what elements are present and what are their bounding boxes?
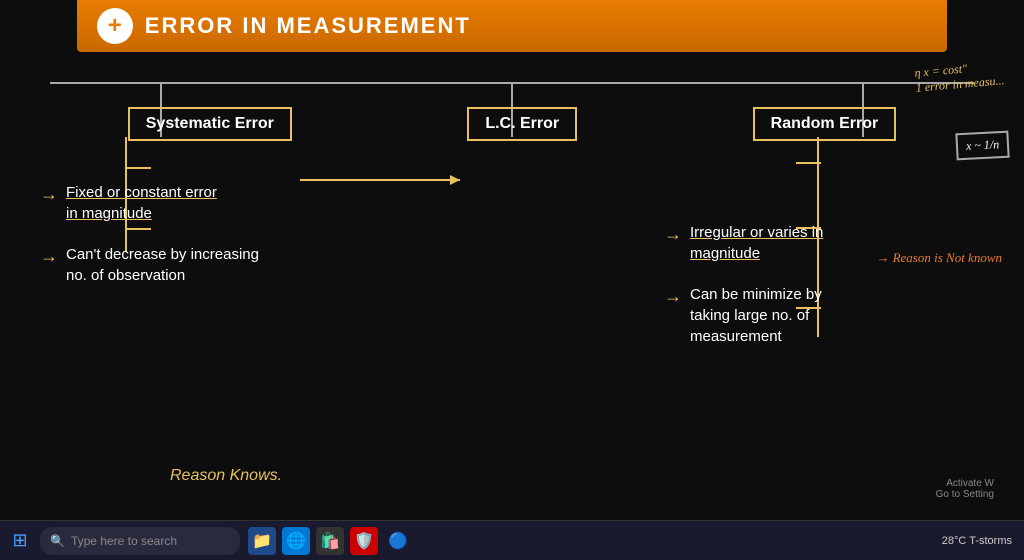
systematic-sub-items: → Fixed or constant error in magnitude →…	[40, 182, 420, 306]
header-icon: +	[97, 8, 133, 44]
taskbar-search-box[interactable]: 🔍 Type here to search	[40, 527, 240, 555]
random-item-1: → Irregular or varies in magnitude	[664, 222, 1004, 264]
arrow-icon-2: →	[40, 246, 58, 267]
systematic-item-2: → Can't decrease by increasing no. of ob…	[40, 244, 420, 286]
taskbar-edge-icon[interactable]: 🌐	[282, 527, 310, 555]
taskbar: ⊞ 🔍 Type here to search 📁 🌐 🛍️ 🛡️ 🔵 28°C…	[0, 520, 1024, 560]
error-boxes-row: Systematic Error L.C. Error Random Error	[40, 107, 984, 141]
weather-text: 28°C T-storms	[942, 535, 1012, 547]
search-placeholder: Type here to search	[71, 534, 177, 548]
header-bar: + ERROR IN MEASUREMENT	[77, 0, 947, 52]
right-bracket-horiz-1	[796, 162, 821, 164]
header-title: ERROR IN MEASUREMENT	[145, 13, 471, 39]
plus-icon: +	[108, 12, 122, 40]
systematic-item-1: → Fixed or constant error in magnitude	[40, 182, 420, 224]
arrow-icon-4: →	[664, 286, 682, 307]
systematic-text-2: Can't decrease by increasing no. of obse…	[66, 244, 259, 286]
taskbar-explorer-icon[interactable]: 📁	[248, 527, 276, 555]
formula-box: x ~ 1/n	[955, 131, 1009, 161]
taskbar-chrome-icon[interactable]: 🔵	[384, 527, 412, 555]
start-button[interactable]: ⊞	[4, 525, 36, 557]
taskbar-shield-icon[interactable]: 🛡️	[350, 527, 378, 555]
systematic-error-box: Systematic Error	[128, 107, 292, 141]
reason-knows-text: Reason Knows.	[170, 467, 282, 485]
systematic-text-1: Fixed or constant error in magnitude	[66, 182, 217, 224]
content-area: Systematic Error L.C. Error Random Error…	[0, 52, 1024, 560]
activate-windows: Activate W Go to Setting	[936, 478, 994, 500]
search-icon: 🔍	[50, 534, 65, 548]
taskbar-icons: 📁 🌐 🛍️ 🛡️ 🔵	[248, 527, 412, 555]
random-sub-items: → Irregular or varies in magnitude → Can…	[664, 182, 1004, 367]
arrow-icon-1: →	[40, 184, 58, 205]
taskbar-store-icon[interactable]: 🛍️	[316, 527, 344, 555]
handwritten-note: η x = cost"1 error in measu...	[914, 58, 1005, 96]
random-error-box: Random Error	[753, 107, 897, 141]
left-bracket-horiz-1	[126, 167, 151, 169]
lc-error-box: L.C. Error	[467, 107, 577, 141]
random-text-2: Can be minimize by taking large no. of m…	[690, 284, 822, 347]
arrow-sys-to-lc	[300, 179, 460, 181]
taskbar-right: 28°C T-storms	[942, 535, 1020, 547]
random-item-2: → Can be minimize by taking large no. of…	[664, 284, 1004, 347]
arrow-icon-3: →	[664, 224, 682, 245]
random-text-1: Irregular or varies in magnitude	[690, 222, 823, 264]
